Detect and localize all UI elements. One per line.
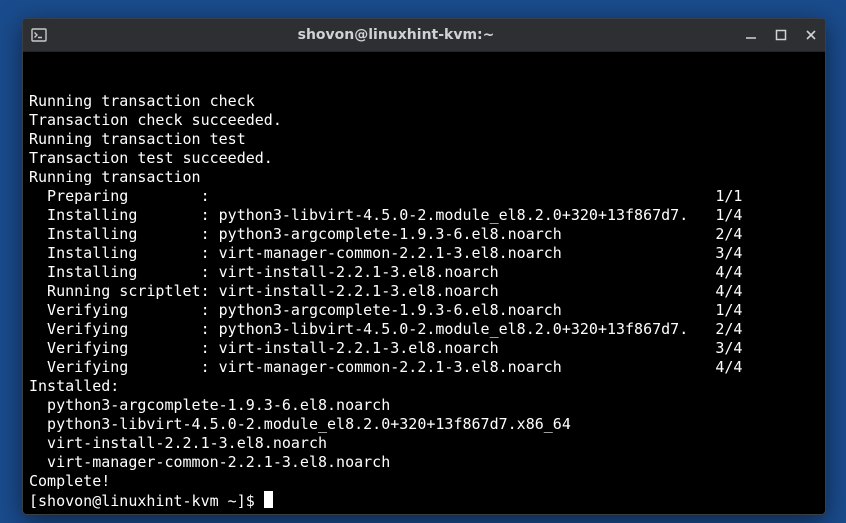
terminal-line: Verifying : python3-libvirt-4.5.0-2.modu…	[29, 320, 819, 339]
terminal-line: python3-libvirt-4.5.0-2.module_el8.2.0+3…	[29, 415, 819, 434]
maximize-button[interactable]	[773, 27, 789, 43]
terminal-line: Installing : python3-libvirt-4.5.0-2.mod…	[29, 206, 819, 225]
close-button[interactable]	[803, 27, 819, 43]
cursor	[264, 491, 273, 508]
terminal-line: Installing : virt-manager-common-2.2.1-3…	[29, 244, 819, 263]
titlebar: shovon@linuxhint-kvm:~	[23, 19, 825, 52]
terminal-line: Installing : virt-install-2.2.1-3.el8.no…	[29, 263, 819, 282]
terminal-line: Transaction test succeeded.	[29, 149, 819, 168]
terminal-window: shovon@linuxhint-kvm:~ Running transacti…	[22, 18, 826, 515]
terminal-output[interactable]: Running transaction checkTransaction che…	[23, 52, 825, 514]
terminal-line: Preparing : 1/1	[29, 187, 819, 206]
window-title: shovon@linuxhint-kvm:~	[55, 27, 737, 43]
terminal-line: Running transaction test	[29, 130, 819, 149]
terminal-line: Verifying : virt-manager-common-2.2.1-3.…	[29, 358, 819, 377]
terminal-line: Verifying : virt-install-2.2.1-3.el8.noa…	[29, 339, 819, 358]
terminal-line: Installed:	[29, 377, 819, 396]
terminal-line: Running transaction check	[29, 92, 819, 111]
prompt-line[interactable]: [shovon@linuxhint-kvm ~]$	[29, 491, 819, 511]
window-controls	[743, 27, 819, 43]
terminal-line: Running scriptlet: virt-install-2.2.1-3.…	[29, 282, 819, 301]
terminal-line: Running transaction	[29, 168, 819, 187]
terminal-line: Verifying : python3-argcomplete-1.9.3-6.…	[29, 301, 819, 320]
terminal-line: Complete!	[29, 472, 819, 491]
terminal-line: Transaction check succeeded.	[29, 111, 819, 130]
terminal-line: python3-argcomplete-1.9.3-6.el8.noarch	[29, 396, 819, 415]
minimize-button[interactable]	[743, 27, 759, 43]
terminal-icon	[29, 25, 49, 45]
terminal-line: Installing : python3-argcomplete-1.9.3-6…	[29, 225, 819, 244]
terminal-line: virt-install-2.2.1-3.el8.noarch	[29, 434, 819, 453]
prompt-text: [shovon@linuxhint-kvm ~]$	[29, 492, 264, 510]
terminal-line: virt-manager-common-2.2.1-3.el8.noarch	[29, 453, 819, 472]
